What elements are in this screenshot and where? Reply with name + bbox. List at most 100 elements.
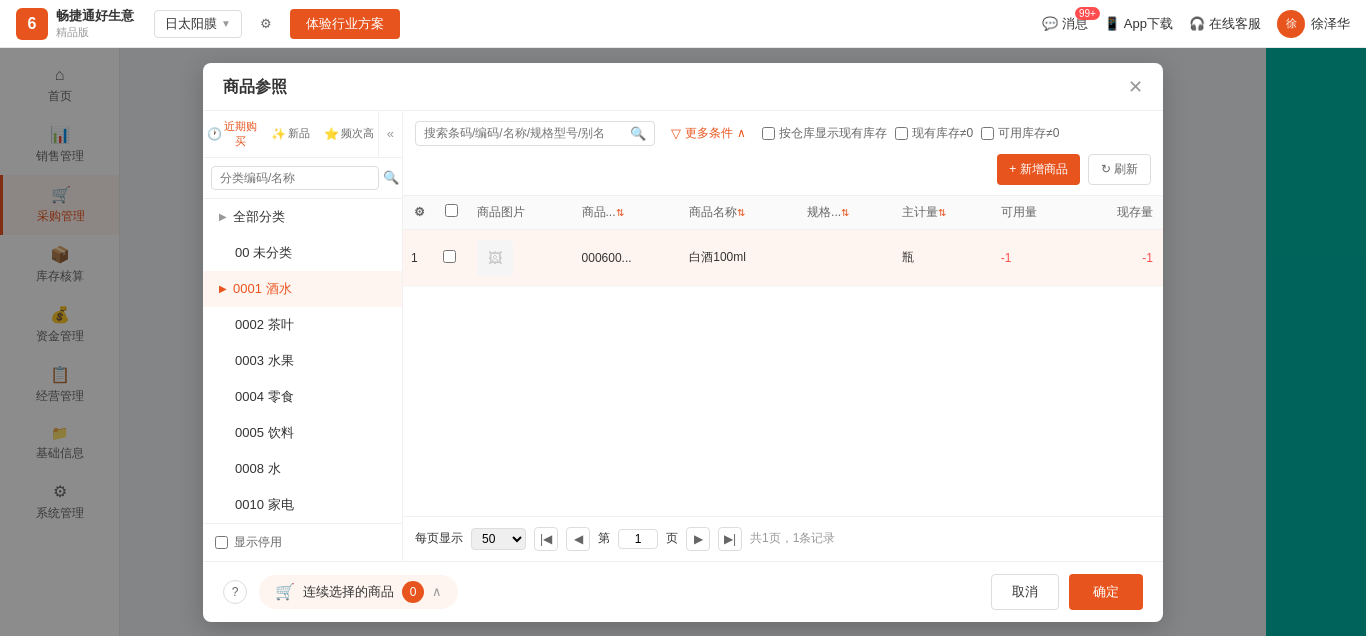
app-download-item[interactable]: 📱 App下载 xyxy=(1104,15,1173,33)
row-name[interactable]: 白酒100ml xyxy=(679,229,797,286)
filter-collapse-icon: ∧ xyxy=(737,126,746,140)
per-page-label: 每页显示 xyxy=(415,530,463,547)
check-available[interactable]: 现有库存≠0 xyxy=(895,125,973,142)
col-name-header[interactable]: 商品名称⇅ xyxy=(679,196,797,230)
modal-title: 商品参照 xyxy=(223,77,287,98)
cat-tab-frequent[interactable]: ⭐ 频次高 xyxy=(320,111,378,157)
row-img-cell: 🖼 xyxy=(467,229,572,286)
cat-tab-recent[interactable]: 🕐 近期购买 xyxy=(203,111,261,157)
col-stock-header: 现存量 xyxy=(1077,196,1163,230)
row-spec xyxy=(797,229,892,286)
topbar-right: 💬 消息 99+ 📱 App下载 🎧 在线客服 徐 徐泽华 xyxy=(1042,10,1350,38)
category-search: 🔍 xyxy=(203,158,402,199)
available-checkbox[interactable] xyxy=(895,127,908,140)
store-name: 日太阳膜 xyxy=(165,15,217,33)
category-search-icon[interactable]: 🔍 xyxy=(383,170,399,185)
filter-button[interactable]: ▽ 更多条件 ∧ xyxy=(663,121,754,146)
total-pages-label: 共1页，1条记录 xyxy=(750,530,835,547)
category-panel: 🕐 近期购买 ✨ 新品 ⭐ 频次高 « xyxy=(203,111,403,561)
cart-area: 🛒 连续选择的商品 0 ∧ xyxy=(259,575,458,609)
usable-checkbox[interactable] xyxy=(981,127,994,140)
category-item-appliance[interactable]: 0010 家电 xyxy=(203,487,402,523)
help-button[interactable]: ? xyxy=(223,580,247,604)
check-usable-label: 可用库存≠0 xyxy=(998,125,1059,142)
modal: 商品参照 ✕ 🕐 近期购买 ✨ 新品 xyxy=(203,63,1163,622)
confirm-button[interactable]: 确定 xyxy=(1069,574,1143,610)
row-checkbox[interactable] xyxy=(443,250,456,263)
col-spec-header[interactable]: 规格...⇅ xyxy=(797,196,892,230)
col-unit-header[interactable]: 主计量⇅ xyxy=(892,196,990,230)
app-icon: 📱 xyxy=(1104,16,1120,31)
page-label: 第 xyxy=(598,530,610,547)
message-badge: 99+ xyxy=(1075,7,1100,20)
row-num: 1 xyxy=(403,229,435,286)
collapse-button[interactable]: « xyxy=(378,111,402,157)
table-row: 1 🖼 000600... xyxy=(403,229,1163,286)
category-item-snacks[interactable]: 0004 零食 xyxy=(203,379,402,415)
gear-icon: ⚙ xyxy=(260,16,272,31)
search-box: 🔍 xyxy=(415,121,655,146)
cat-tab-new-label: 新品 xyxy=(288,126,310,141)
category-item-tea[interactable]: 0002 茶叶 xyxy=(203,307,402,343)
col-checkbox-header xyxy=(435,196,467,230)
product-toolbar: 🔍 ▽ 更多条件 ∧ 按仓库显示现有库存 xyxy=(403,111,1163,196)
category-item-unclassified[interactable]: 00 未分类 xyxy=(203,235,402,271)
col-code-header[interactable]: 商品...⇅ xyxy=(572,196,680,230)
support-label: 在线客服 xyxy=(1209,15,1261,33)
prev-page-button[interactable]: ◀ xyxy=(566,527,590,551)
store-selector[interactable]: 日太阳膜 ▼ xyxy=(154,10,242,38)
check-warehouse[interactable]: 按仓库显示现有库存 xyxy=(762,125,887,142)
select-all-checkbox[interactable] xyxy=(445,204,458,217)
category-item-fruit[interactable]: 0003 水果 xyxy=(203,343,402,379)
last-page-button[interactable]: ▶| xyxy=(718,527,742,551)
category-item-all[interactable]: ▶ 全部分类 xyxy=(203,199,402,235)
product-panel: 🔍 ▽ 更多条件 ∧ 按仓库显示现有库存 xyxy=(403,111,1163,561)
logo-icon: 6 xyxy=(16,8,48,40)
settings-icon[interactable]: ⚙ xyxy=(414,205,425,219)
page-suffix: 页 xyxy=(666,530,678,547)
cart-icon: 🛒 xyxy=(275,582,295,601)
new-icon: ✨ xyxy=(271,127,286,141)
clock-icon: 🕐 xyxy=(207,127,222,141)
check-available-label: 现有库存≠0 xyxy=(912,125,973,142)
cart-text: 连续选择的商品 xyxy=(303,583,394,601)
show-disabled-label: 显示停用 xyxy=(234,534,282,551)
star-icon: ⭐ xyxy=(324,127,339,141)
check-usable[interactable]: 可用库存≠0 xyxy=(981,125,1059,142)
next-page-button[interactable]: ▶ xyxy=(686,527,710,551)
support-item[interactable]: 🎧 在线客服 xyxy=(1189,15,1261,33)
cart-collapse-icon[interactable]: ∧ xyxy=(432,584,442,599)
message-item[interactable]: 💬 消息 99+ xyxy=(1042,15,1088,33)
category-search-input[interactable] xyxy=(211,166,379,190)
first-page-button[interactable]: |◀ xyxy=(534,527,558,551)
page-number-input[interactable] xyxy=(618,529,658,549)
warehouse-checkbox[interactable] xyxy=(762,127,775,140)
gear-button[interactable]: ⚙ xyxy=(250,8,282,40)
category-item-drinks[interactable]: 0005 饮料 xyxy=(203,415,402,451)
user-item[interactable]: 徐 徐泽华 xyxy=(1277,10,1350,38)
row-unit: 瓶 xyxy=(892,229,990,286)
refresh-button[interactable]: ↻ 刷新 xyxy=(1088,154,1151,185)
add-product-button[interactable]: + 新增商品 xyxy=(997,154,1079,185)
show-disabled-area: 显示停用 xyxy=(203,523,402,561)
per-page-select[interactable]: 50 100 xyxy=(471,528,526,550)
modal-close-button[interactable]: ✕ xyxy=(1128,78,1143,96)
cat-tab-frequent-label: 频次高 xyxy=(341,126,374,141)
filter-icon: ▽ xyxy=(671,126,681,141)
sort-icon-code: ⇅ xyxy=(616,207,624,218)
product-search-input[interactable] xyxy=(424,126,626,140)
trial-button[interactable]: 体验行业方案 xyxy=(290,9,400,39)
search-icon[interactable]: 🔍 xyxy=(630,126,646,141)
category-item-liquor[interactable]: ▶ 0001 酒水 xyxy=(203,271,402,307)
product-table: ⚙ 商品图片 商品...⇅ xyxy=(403,196,1163,287)
row-stock: -1 xyxy=(1077,229,1163,286)
headphone-icon: 🎧 xyxy=(1189,16,1205,31)
col-available-header[interactable]: 可用量 xyxy=(991,196,1077,230)
modal-footer: ? 🛒 连续选择的商品 0 ∧ 取消 确定 xyxy=(203,561,1163,622)
cancel-button[interactable]: 取消 xyxy=(991,574,1059,610)
show-disabled-checkbox[interactable] xyxy=(215,536,228,549)
col-settings-header: ⚙ xyxy=(403,196,435,230)
category-item-water[interactable]: 0008 水 xyxy=(203,451,402,487)
category-tabs: 🕐 近期购买 ✨ 新品 ⭐ 频次高 « xyxy=(203,111,402,158)
cat-tab-new[interactable]: ✨ 新品 xyxy=(261,111,319,157)
